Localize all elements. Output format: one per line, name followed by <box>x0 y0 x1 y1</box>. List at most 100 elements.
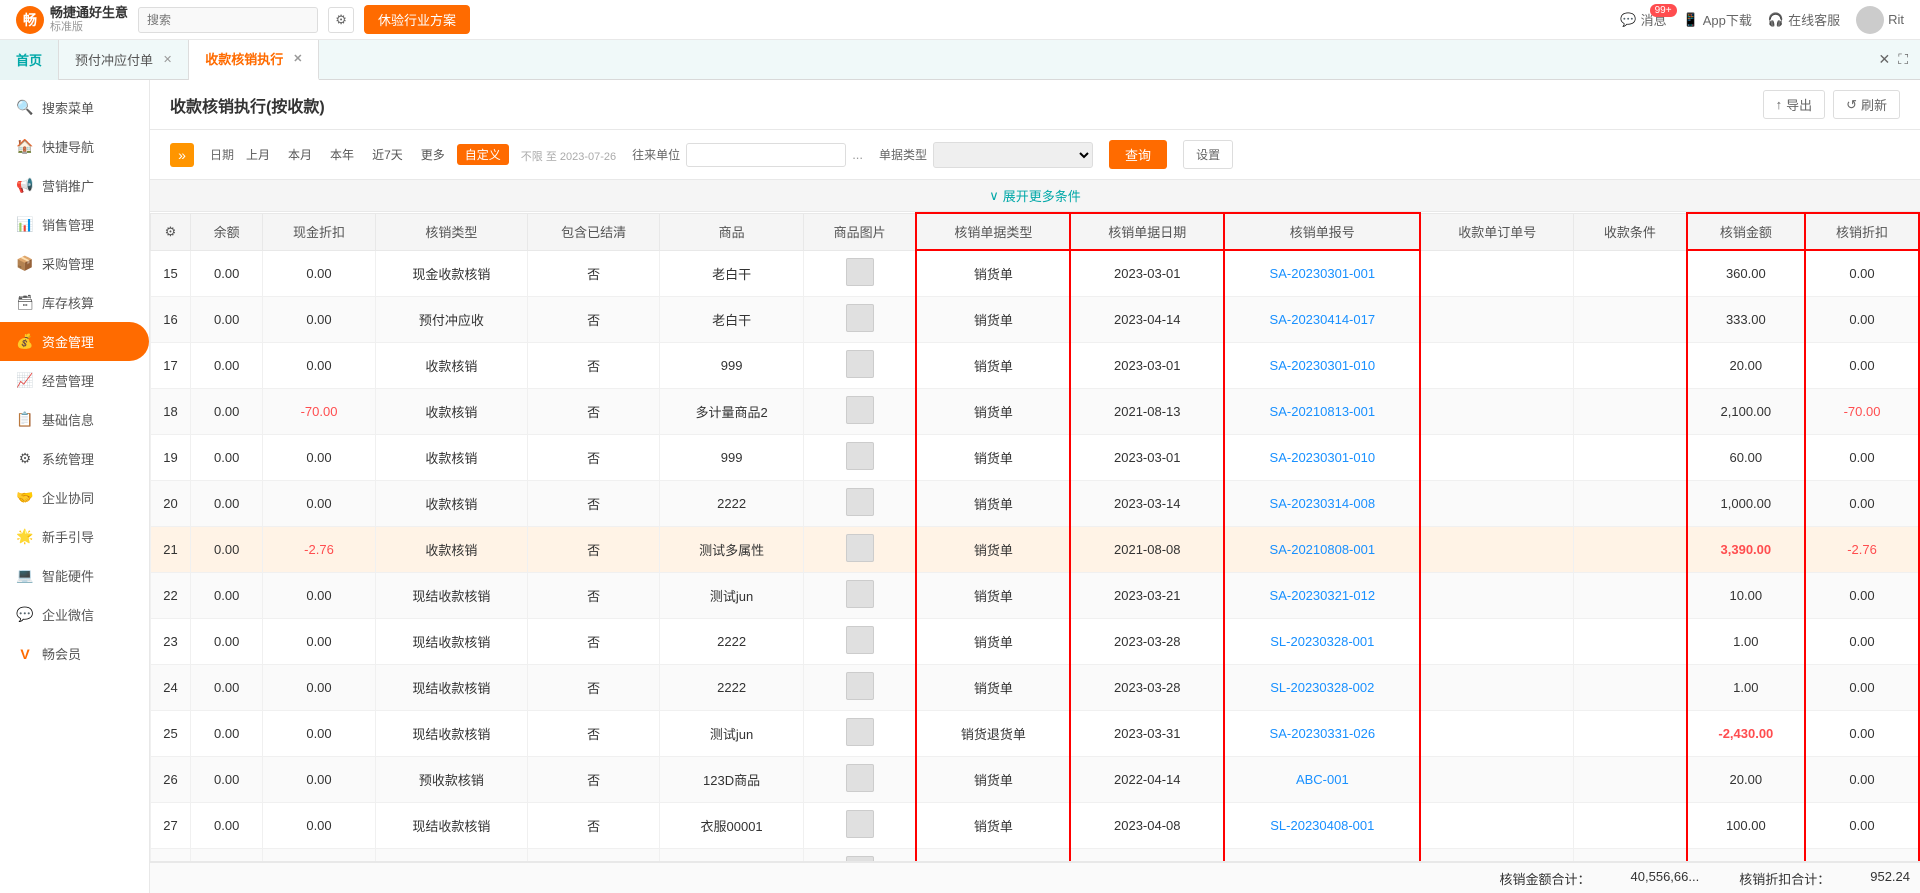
sidebar-item-basic[interactable]: 📋 基础信息 <box>0 400 149 439</box>
sidebar-item-corp[interactable]: 🤝 企业协同 <box>0 478 149 517</box>
date-more[interactable]: 更多 <box>415 144 451 165</box>
verify-bill-no-link[interactable]: SA-20230321-012 <box>1270 588 1376 603</box>
verify-bill-no-link[interactable]: SA-20230301-010 <box>1270 450 1376 465</box>
sidebar-label-wechat: 企业微信 <box>42 605 94 624</box>
date-this-month[interactable]: 本月 <box>282 144 318 165</box>
message-btn[interactable]: 💬 消息 99+ <box>1620 10 1666 29</box>
date-custom[interactable]: 自定义 <box>457 144 509 165</box>
gear-button[interactable]: ⚙ <box>328 7 354 33</box>
online-service-btn[interactable]: 🎧 在线客服 <box>1768 10 1840 29</box>
verify-bill-no-link[interactable]: SA-20230331-026 <box>1270 726 1376 741</box>
cell-verify-bill-no[interactable]: SA-20230301-010 <box>1224 434 1420 480</box>
refresh-button[interactable]: ↺ 刷新 <box>1833 90 1900 119</box>
verify-bill-no-link[interactable]: SA-20210813-001 <box>1270 404 1376 419</box>
sidebar-item-inventory[interactable]: 🗃 库存核算 <box>0 283 149 322</box>
setting-button[interactable]: 设置 <box>1183 140 1233 169</box>
tab-prepay[interactable]: 预付冲应付单 ✕ <box>59 40 189 80</box>
bill-type-select[interactable] <box>933 142 1093 168</box>
sidebar-item-search[interactable]: 🔍 搜索菜单 <box>0 88 149 127</box>
cell-verify-bill-no[interactable]: SA-20210813-001 <box>1224 388 1420 434</box>
verify-bill-no-link[interactable]: ABC-001 <box>1296 772 1349 787</box>
industry-btn[interactable]: 休验行业方案 <box>364 5 470 34</box>
sidebar-label-sales: 销售管理 <box>42 215 94 234</box>
verify-bill-no-link[interactable]: SA-20230414-017 <box>1270 312 1376 327</box>
search-input[interactable] <box>138 7 318 33</box>
sidebar-label-system: 系统管理 <box>42 449 94 468</box>
close-window-btn[interactable]: ✕ <box>1878 51 1890 68</box>
verification-tab-close[interactable]: ✕ <box>293 52 302 65</box>
prepay-tab-close[interactable]: ✕ <box>163 53 172 66</box>
cell-include-settled: 否 <box>528 296 660 342</box>
sidebar-item-ops[interactable]: 📈 经营管理 <box>0 361 149 400</box>
sidebar-label-purchase: 采购管理 <box>42 254 94 273</box>
cell-include-settled: 否 <box>528 802 660 848</box>
cell-verify-bill-no[interactable]: SL-20230328-002 <box>1224 664 1420 710</box>
cell-product-img <box>803 848 916 861</box>
user-menu[interactable]: Rit <box>1856 6 1904 34</box>
user-avatar <box>1856 6 1884 34</box>
verify-bill-no-link[interactable]: SA-20230301-001 <box>1270 266 1376 281</box>
sidebar-item-member[interactable]: V 畅会员 <box>0 634 149 673</box>
sidebar-item-system[interactable]: ⚙ 系统管理 <box>0 439 149 478</box>
cell-verify-bill-date: 2022-04-14 <box>1070 756 1224 802</box>
cell-product: 衣服00001 <box>660 802 803 848</box>
export-button[interactable]: ↑ 导出 <box>1763 90 1826 119</box>
sidebar-item-purchase[interactable]: 📦 采购管理 <box>0 244 149 283</box>
cell-verify-bill-type: 销货单 <box>916 434 1070 480</box>
expand-more-btn[interactable]: ∨ 展开更多条件 <box>989 186 1081 205</box>
partner-input[interactable] <box>686 143 846 167</box>
app-download-btn[interactable]: 📱 App下载 <box>1683 10 1752 29</box>
tab-home[interactable]: 首页 <box>0 40 59 80</box>
cell-verify-discount: 0.00 <box>1805 756 1919 802</box>
cell-verify-type: 现结收款核销 <box>375 618 527 664</box>
cell-verify-bill-no[interactable]: SA-20230301-010 <box>1224 342 1420 388</box>
cell-balance: 0.00 <box>191 296 263 342</box>
sidebar-item-guide[interactable]: 🌟 新手引导 <box>0 517 149 556</box>
nav-tabs-right: ✕ ⛶ <box>1878 51 1920 68</box>
cell-verify-amount: 1.00 <box>1687 664 1805 710</box>
cell-verify-bill-no[interactable]: SL-20230418-001 <box>1224 848 1420 861</box>
verify-bill-no-link[interactable]: SA-20230301-010 <box>1270 358 1376 373</box>
query-button[interactable]: 查询 <box>1109 140 1167 169</box>
cell-verify-bill-no[interactable]: SA-20210808-001 <box>1224 526 1420 572</box>
fullscreen-btn[interactable]: ⛶ <box>1898 51 1908 68</box>
table-row: 19 0.00 0.00 收款核销 否 999 销货单 2023-03-01 S… <box>151 434 1920 480</box>
cell-verify-bill-no[interactable]: SA-20230301-001 <box>1224 250 1420 296</box>
verify-bill-no-link[interactable]: SL-20230328-002 <box>1270 680 1374 695</box>
sidebar-item-quicknav[interactable]: 🏠 快捷导航 <box>0 127 149 166</box>
verify-bill-no-link[interactable]: SL-20230408-001 <box>1270 818 1374 833</box>
table-row: 26 0.00 0.00 预收款核销 否 123D商品 销货单 2022-04-… <box>151 756 1920 802</box>
cell-verify-bill-no[interactable]: SA-20230321-012 <box>1224 572 1420 618</box>
cell-verify-type: 收款核销 <box>375 388 527 434</box>
cell-include-settled: 否 <box>528 664 660 710</box>
sidebar-item-marketing[interactable]: 📢 营销推广 <box>0 166 149 205</box>
cell-cash-discount: -70.00 <box>263 388 375 434</box>
date-last-month[interactable]: 上月 <box>240 144 276 165</box>
cell-verify-bill-no[interactable]: ABC-001 <box>1224 756 1420 802</box>
date-label: 日期 <box>210 146 234 163</box>
table-container: ⚙ 余额 现金折扣 核销类型 包含已结清 商品 商品图片 核销单据类型 核销单据… <box>150 212 1920 861</box>
sidebar-item-hardware[interactable]: 💻 智能硬件 <box>0 556 149 595</box>
filter-toggle-btn[interactable]: » <box>170 143 194 167</box>
cell-verify-type: 现结收款核销 <box>375 802 527 848</box>
cell-verify-bill-no[interactable]: SL-20230328-001 <box>1224 618 1420 664</box>
tab-verification[interactable]: 收款核销执行 ✕ <box>189 40 319 80</box>
table-scroll-area[interactable]: ⚙ 余额 现金折扣 核销类型 包含已结清 商品 商品图片 核销单据类型 核销单据… <box>150 212 1920 861</box>
cell-verify-bill-no[interactable]: SA-20230314-008 <box>1224 480 1420 526</box>
cell-verify-bill-no[interactable]: SL-20230408-001 <box>1224 802 1420 848</box>
verify-bill-no-link[interactable]: SA-20230314-008 <box>1270 496 1376 511</box>
sidebar-item-sales[interactable]: 📊 销售管理 <box>0 205 149 244</box>
verify-bill-no-link[interactable]: SL-20230328-001 <box>1270 634 1374 649</box>
cell-include-settled: 否 <box>528 388 660 434</box>
verify-bill-no-link[interactable]: SA-20210808-001 <box>1270 542 1376 557</box>
cell-verify-discount: 0.00 <box>1805 480 1919 526</box>
cell-verify-bill-no[interactable]: SA-20230331-026 <box>1224 710 1420 756</box>
date-this-year[interactable]: 本年 <box>324 144 360 165</box>
sidebar-item-finance[interactable]: 💰 资金管理 <box>0 322 149 361</box>
cell-verify-type: 收款核销 <box>375 480 527 526</box>
date-last-7days[interactable]: 近7天 <box>366 144 409 165</box>
cell-verify-bill-no[interactable]: SA-20230414-017 <box>1224 296 1420 342</box>
cell-cash-discount: 0.00 <box>263 342 375 388</box>
marketing-icon: 📢 <box>16 177 34 195</box>
sidebar-item-wechat[interactable]: 💬 企业微信 <box>0 595 149 634</box>
